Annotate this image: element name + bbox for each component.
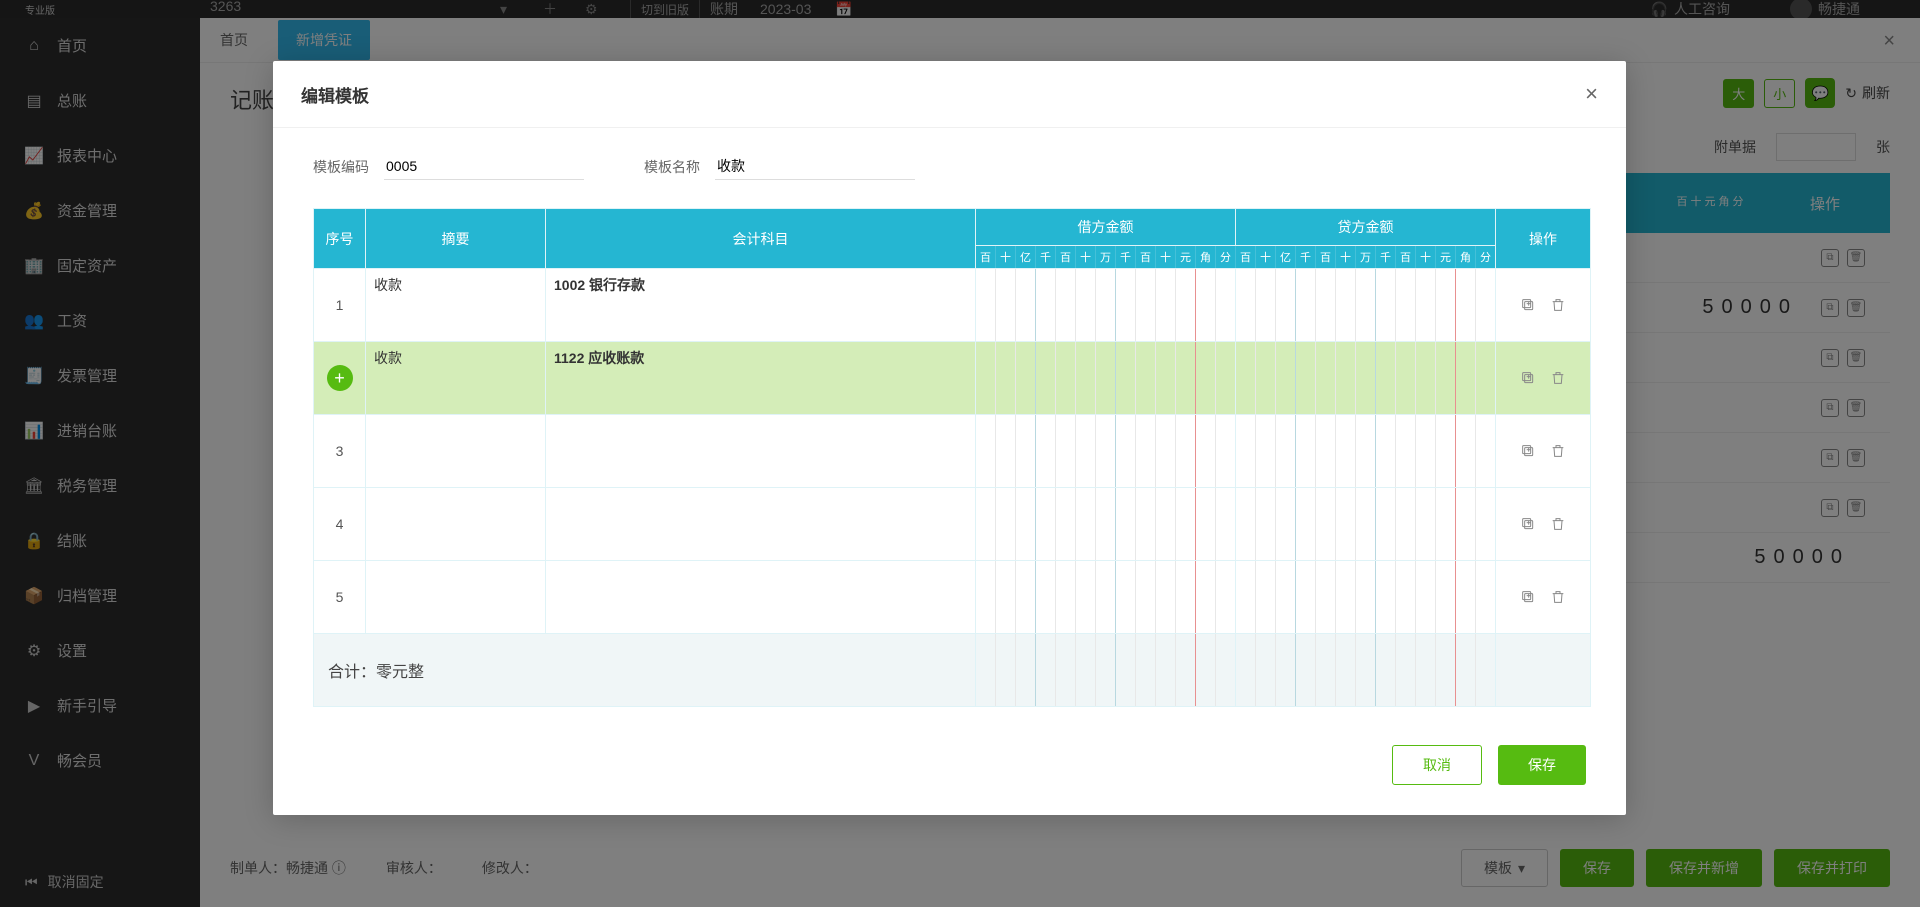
amount-cell[interactable]	[1236, 269, 1496, 342]
th-seq: 序号	[314, 209, 366, 269]
template-row: 5	[314, 561, 1591, 634]
modal-footer: 取消 保存	[273, 727, 1626, 815]
unit-header: 千	[1376, 246, 1396, 269]
th-op: 操作	[1496, 209, 1591, 269]
th-debit: 借方金额	[976, 209, 1236, 246]
template-code-field: 模板编码	[313, 153, 584, 180]
unit-header: 分	[1476, 246, 1496, 269]
add-row-button[interactable]: +	[327, 365, 353, 391]
unit-header: 百	[1396, 246, 1416, 269]
subject-cell[interactable]: 1002 银行存款	[546, 269, 976, 342]
total-row: 合计：零元整	[314, 634, 1591, 707]
name-label: 模板名称	[644, 157, 700, 177]
unit-header: 十	[1076, 246, 1096, 269]
unit-header: 百	[1136, 246, 1156, 269]
unit-header: 亿	[1276, 246, 1296, 269]
op-cell	[1496, 415, 1591, 488]
unit-header: 十	[1416, 246, 1436, 269]
seq-cell: 5	[314, 561, 366, 634]
name-input[interactable]	[715, 153, 915, 180]
unit-header: 十	[1256, 246, 1276, 269]
op-cell	[1496, 269, 1591, 342]
modal-title: 编辑模板	[301, 82, 369, 107]
op-cell	[1496, 342, 1591, 415]
code-label: 模板编码	[313, 157, 369, 177]
amount-cell[interactable]	[1236, 415, 1496, 488]
op-cell	[1496, 561, 1591, 634]
unit-header: 万	[1356, 246, 1376, 269]
delete-row-icon[interactable]	[1549, 515, 1567, 533]
th-subject: 会计科目	[546, 209, 976, 269]
unit-header: 角	[1456, 246, 1476, 269]
seq-cell: 3	[314, 415, 366, 488]
code-input[interactable]	[384, 153, 584, 180]
copy-row-icon[interactable]	[1519, 296, 1537, 314]
subject-cell[interactable]	[546, 415, 976, 488]
unit-header: 十	[1156, 246, 1176, 269]
amount-cell[interactable]	[976, 488, 1236, 561]
unit-header: 百	[976, 246, 996, 269]
summary-cell[interactable]	[366, 561, 546, 634]
delete-row-icon[interactable]	[1549, 369, 1567, 387]
unit-header: 千	[1116, 246, 1136, 269]
copy-row-icon[interactable]	[1519, 588, 1537, 606]
amount-cell[interactable]	[1236, 488, 1496, 561]
copy-row-icon[interactable]	[1519, 515, 1537, 533]
edit-template-modal: 编辑模板 × 模板编码 模板名称 序号 摘要 会计科目 借方金额 贷方金额	[273, 61, 1626, 815]
unit-header: 千	[1036, 246, 1056, 269]
unit-header: 十	[996, 246, 1016, 269]
delete-row-icon[interactable]	[1549, 588, 1567, 606]
amount-cell[interactable]	[1236, 342, 1496, 415]
unit-header: 分	[1216, 246, 1236, 269]
seq-cell: 4	[314, 488, 366, 561]
th-credit: 贷方金额	[1236, 209, 1496, 246]
amount-cell[interactable]	[976, 561, 1236, 634]
unit-header: 元	[1436, 246, 1456, 269]
form-row: 模板编码 模板名称	[313, 153, 1586, 180]
modal-header: 编辑模板 ×	[273, 61, 1626, 128]
unit-header: 百	[1316, 246, 1336, 269]
amount-cell[interactable]	[976, 342, 1236, 415]
seq-cell: +	[314, 342, 366, 415]
save-button[interactable]: 保存	[1498, 745, 1586, 785]
template-row: 3	[314, 415, 1591, 488]
unit-header: 亿	[1016, 246, 1036, 269]
op-cell	[1496, 488, 1591, 561]
copy-row-icon[interactable]	[1519, 369, 1537, 387]
modal-body: 模板编码 模板名称 序号 摘要 会计科目 借方金额 贷方金额 操作 百十亿千百十…	[273, 128, 1626, 727]
cancel-button[interactable]: 取消	[1392, 745, 1482, 785]
amount-cell[interactable]	[1236, 561, 1496, 634]
summary-cell[interactable]: 收款	[366, 342, 546, 415]
unit-header: 元	[1176, 246, 1196, 269]
unit-header: 万	[1096, 246, 1116, 269]
summary-cell[interactable]	[366, 415, 546, 488]
template-row: 4	[314, 488, 1591, 561]
unit-header: 千	[1296, 246, 1316, 269]
delete-row-icon[interactable]	[1549, 442, 1567, 460]
copy-row-icon[interactable]	[1519, 442, 1537, 460]
delete-row-icon[interactable]	[1549, 296, 1567, 314]
amount-cell[interactable]	[1236, 634, 1496, 707]
unit-header: 十	[1336, 246, 1356, 269]
amount-cell[interactable]	[976, 269, 1236, 342]
template-table: 序号 摘要 会计科目 借方金额 贷方金额 操作 百十亿千百十万千百十元角分百十亿…	[313, 208, 1591, 707]
seq-cell: 1	[314, 269, 366, 342]
total-label: 合计：零元整	[314, 634, 976, 707]
unit-header: 角	[1196, 246, 1216, 269]
template-name-field: 模板名称	[644, 153, 915, 180]
subject-cell[interactable]	[546, 561, 976, 634]
amount-cell[interactable]	[976, 634, 1236, 707]
unit-header: 百	[1056, 246, 1076, 269]
close-icon[interactable]: ×	[1585, 81, 1598, 107]
subject-cell[interactable]	[546, 488, 976, 561]
template-row: 1收款1002 银行存款	[314, 269, 1591, 342]
template-row: + 收款1122 应收账款	[314, 342, 1591, 415]
subject-cell[interactable]: 1122 应收账款	[546, 342, 976, 415]
unit-header: 百	[1236, 246, 1256, 269]
th-summary: 摘要	[366, 209, 546, 269]
summary-cell[interactable]: 收款	[366, 269, 546, 342]
amount-cell[interactable]	[976, 415, 1236, 488]
summary-cell[interactable]	[366, 488, 546, 561]
